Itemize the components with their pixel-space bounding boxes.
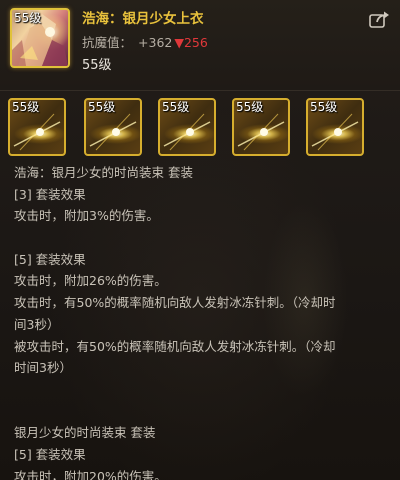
set-piece-level: 55级 xyxy=(88,100,116,114)
set-bonus-text: 攻击时，有50%的概率随机向敌人发射冰冻针刺。（冷却时 xyxy=(14,295,336,311)
set-piece-level: 55级 xyxy=(236,100,264,114)
set-bonus-text: 被攻击时，有50%的概率随机向敌人发射冰冻针刺。（冷却 xyxy=(14,338,336,354)
stat-plus-value: +362 xyxy=(138,35,173,50)
set-title: 银月少女的时尚装束 套装 xyxy=(14,425,156,441)
set-piece-slot[interactable]: 55级 xyxy=(306,98,364,156)
set-bonus-text: 间3秒） xyxy=(14,316,60,332)
item-level-badge: 55级 xyxy=(14,11,42,25)
set-bonus-text: 攻击时，附加26%的伤害。 xyxy=(14,273,167,289)
set-piece-slot[interactable]: 55级 xyxy=(84,98,142,156)
set-title: 浩海：银月少女的时尚装束 套装 xyxy=(14,165,193,180)
set-piece-slot[interactable]: 55级 xyxy=(232,98,290,156)
set-bonus-header: [3] 套装效果 xyxy=(14,186,86,202)
item-icon[interactable]: 55级 xyxy=(10,8,70,68)
stat-label: 抗魔值： xyxy=(82,35,133,50)
set-piece-row: 55级 55级 55级 55级 55级 xyxy=(8,98,392,158)
share-button[interactable] xyxy=(368,10,390,30)
set-bonus-text: 时间3秒） xyxy=(14,360,72,376)
set-bonus-text: 攻击时，附加20%的伤害。 xyxy=(14,468,167,480)
required-level: 55级 xyxy=(82,58,112,73)
set-piece-level: 55级 xyxy=(310,100,338,114)
set-piece-slot[interactable]: 55级 xyxy=(158,98,216,156)
stat-down-value: ▼256 xyxy=(174,35,208,50)
set-description: 浩海：银月少女的时尚装束 套装 [3] 套装效果 攻击时，附加3%的伤害。 [5… xyxy=(14,162,390,480)
item-header: 55级 浩海：银月少女上衣 抗魔值： +362 ▼256 55级 xyxy=(0,0,400,90)
item-tooltip-panel: 55级 浩海：银月少女上衣 抗魔值： +362 ▼256 55级 55级 55级… xyxy=(0,0,400,480)
header-divider xyxy=(0,90,400,91)
set-piece-slot[interactable]: 55级 xyxy=(8,98,66,156)
set-bonus-header: [5] 套装效果 xyxy=(14,446,86,462)
stat-row: 抗魔值： +362 ▼256 xyxy=(82,35,208,51)
set-bonus-text: 攻击时，附加3%的伤害。 xyxy=(14,208,159,224)
share-icon xyxy=(369,11,389,28)
set-piece-level: 55级 xyxy=(12,100,40,114)
item-name: 浩海：银月少女上衣 xyxy=(82,11,204,27)
set-piece-level: 55级 xyxy=(162,100,190,114)
set-bonus-header: [5] 套装效果 xyxy=(14,251,86,267)
